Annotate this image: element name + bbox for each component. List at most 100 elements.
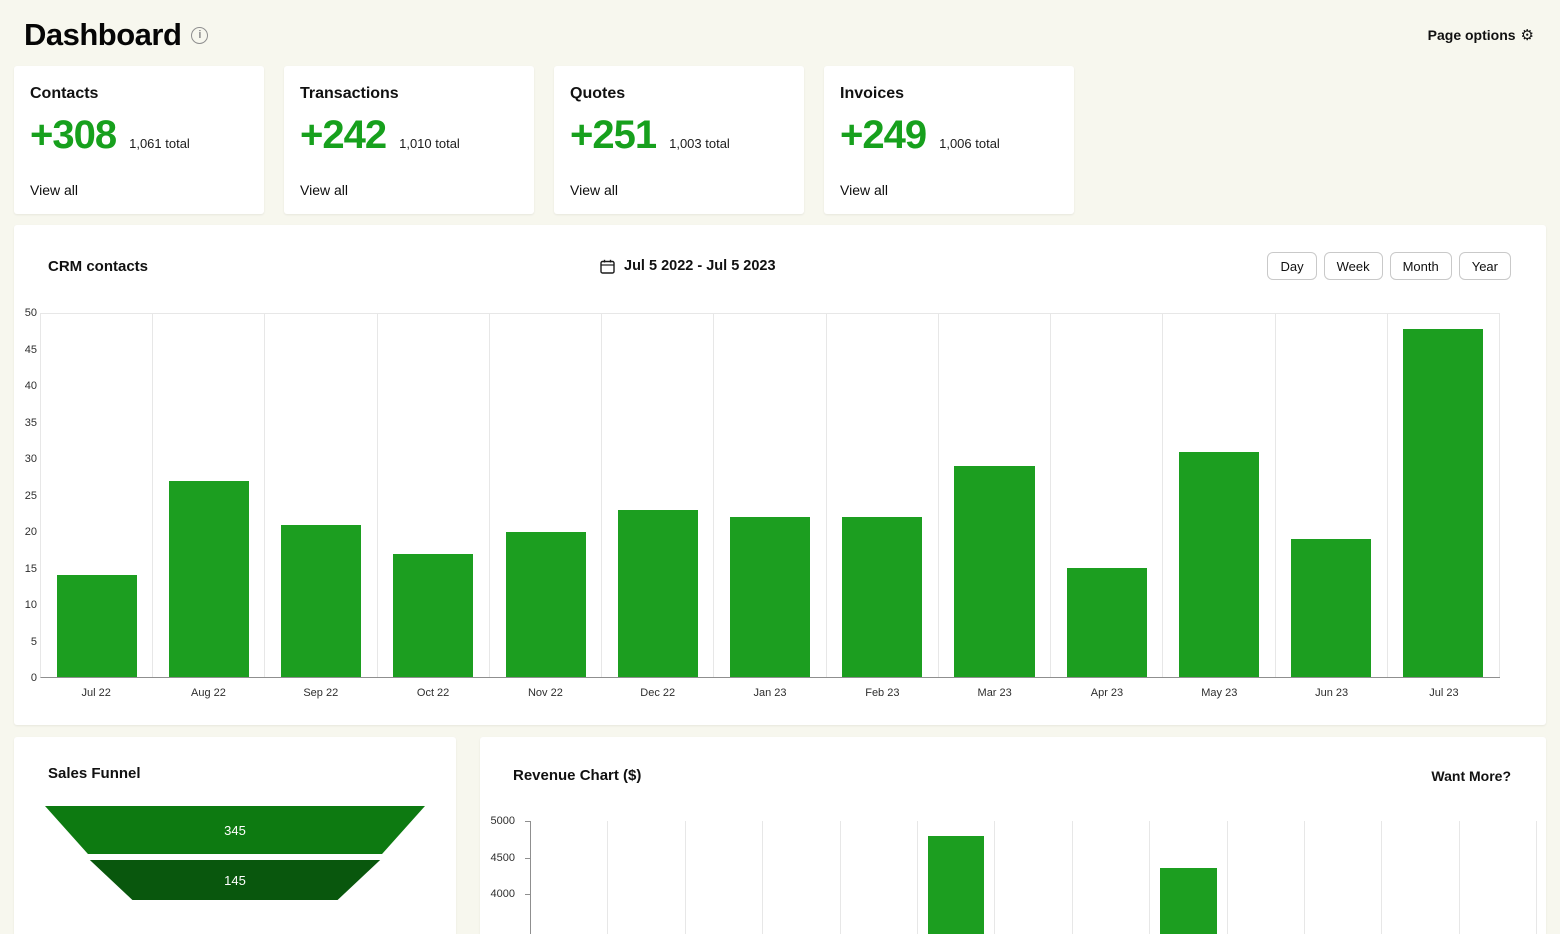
bar-sep-22[interactable] [281, 525, 361, 677]
stat-number-row: +242 1,010 total [300, 113, 518, 158]
y-axis-label: 20 [25, 526, 37, 538]
crm-x-axis: Jul 22Aug 22Sep 22Oct 22Nov 22Dec 22Jan … [40, 687, 1500, 699]
x-axis-label: Feb 23 [826, 687, 938, 699]
revenue-title: Revenue Chart ($) [513, 767, 641, 784]
stat-total: 1,010 total [399, 136, 460, 151]
crm-contacts-card: CRM contacts Jul 5 2022 - Jul 5 2023 Day… [14, 225, 1546, 725]
chart-column [490, 314, 602, 677]
x-axis-label: Mar 23 [939, 687, 1051, 699]
revenue-bar-1[interactable] [928, 836, 985, 934]
crm-bar-chart: 50454035302520151050 Jul 22Aug 22Sep 22O… [14, 313, 1500, 699]
y-axis-label: 0 [31, 672, 37, 684]
bar-aug-22[interactable] [169, 481, 249, 677]
bar-oct-22[interactable] [393, 554, 473, 677]
y-axis-label: 4500 [491, 852, 515, 864]
page-options-button[interactable]: Page options ⚙ [1428, 27, 1534, 43]
revenue-bar-2[interactable] [1160, 868, 1217, 934]
x-axis-label: Dec 22 [602, 687, 714, 699]
y-axis-label: 45 [25, 344, 37, 356]
y-axis-label: 4000 [491, 888, 515, 900]
x-axis-label: Apr 23 [1051, 687, 1163, 699]
title-wrap: Dashboard i [24, 17, 208, 53]
bottom-row: Sales Funnel 345 145 Revenue Chart ($) W… [14, 737, 1546, 934]
funnel-title: Sales Funnel [48, 765, 456, 782]
revenue-plot [530, 821, 1537, 934]
x-axis-label: Aug 22 [152, 687, 264, 699]
crm-chart-main: Jul 22Aug 22Sep 22Oct 22Nov 22Dec 22Jan … [40, 313, 1500, 699]
bar-dec-22[interactable] [618, 510, 698, 677]
y-axis-label: 40 [25, 380, 37, 392]
bar-jun-23[interactable] [1291, 539, 1371, 677]
page-title: Dashboard [24, 17, 181, 53]
sales-funnel-card: Sales Funnel 345 145 [14, 737, 456, 934]
x-axis-label: Jul 23 [1388, 687, 1500, 699]
stat-card-invoices: Invoices +249 1,006 total View all [824, 66, 1074, 214]
stat-label: Contacts [30, 85, 248, 103]
range-button-month[interactable]: Month [1390, 252, 1452, 280]
bar-jul-22[interactable] [57, 575, 137, 677]
x-axis-label: Nov 22 [489, 687, 601, 699]
chart-column [1073, 821, 1150, 934]
gear-icon: ⚙ [1521, 28, 1534, 43]
stat-number-row: +251 1,003 total [570, 113, 788, 158]
crm-plot [40, 313, 1500, 678]
funnel-stage-1-value: 345 [224, 823, 246, 838]
want-more-link[interactable]: Want More? [1431, 768, 1511, 784]
bar-mar-23[interactable] [954, 466, 1034, 677]
stat-number-row: +249 1,006 total [840, 113, 1058, 158]
stat-total: 1,061 total [129, 136, 190, 151]
y-axis-label: 5000 [491, 815, 515, 827]
bar-may-23[interactable] [1179, 452, 1259, 677]
view-all-link[interactable]: View all [300, 182, 348, 198]
chart-column [686, 821, 763, 934]
chart-column [841, 821, 918, 934]
view-all-link[interactable]: View all [30, 182, 78, 198]
crm-title: CRM contacts [48, 258, 148, 275]
stat-total: 1,006 total [939, 136, 1000, 151]
x-axis-label: Jun 23 [1275, 687, 1387, 699]
x-axis-label: Oct 22 [377, 687, 489, 699]
dashboard-page: Dashboard i Page options ⚙ Contacts +308… [0, 0, 1560, 934]
stat-card-contacts: Contacts +308 1,061 total View all [14, 66, 264, 214]
bar-apr-23[interactable] [1067, 568, 1147, 677]
funnel-stage-2[interactable]: 145 [45, 860, 425, 900]
top-header: Dashboard i Page options ⚙ [0, 0, 1560, 62]
stat-label: Transactions [300, 85, 518, 103]
revenue-chart-card: Revenue Chart ($) Want More? 5000 4500 400… [480, 737, 1546, 934]
bar-feb-23[interactable] [842, 517, 922, 677]
chart-column [608, 821, 685, 934]
funnel-stage-2-value: 145 [224, 873, 246, 888]
revenue-header: Revenue Chart ($) Want More? [480, 767, 1546, 784]
range-button-week[interactable]: Week [1324, 252, 1383, 280]
date-range-picker[interactable]: Jul 5 2022 - Jul 5 2023 [600, 258, 776, 274]
range-button-year[interactable]: Year [1459, 252, 1511, 280]
funnel-stage-1[interactable]: 345 [45, 806, 425, 854]
chart-column [1382, 821, 1459, 934]
bar-nov-22[interactable] [506, 532, 586, 677]
y-axis-label: 5 [31, 636, 37, 648]
y-axis-label: 25 [25, 490, 37, 502]
chart-column [714, 314, 826, 677]
stat-delta: +249 [840, 113, 926, 158]
info-icon[interactable]: i [191, 27, 208, 44]
crm-y-axis: 50454035302520151050 [14, 313, 40, 678]
chart-column [1163, 314, 1275, 677]
view-all-link[interactable]: View all [570, 182, 618, 198]
chart-column [918, 821, 995, 934]
chart-column [531, 821, 608, 934]
view-all-link[interactable]: View all [840, 182, 888, 198]
chart-column [1276, 314, 1388, 677]
crm-header: CRM contacts Jul 5 2022 - Jul 5 2023 Day… [14, 251, 1546, 281]
chart-column [1460, 821, 1537, 934]
range-buttons: Day Week Month Year [1267, 252, 1511, 280]
chart-column [41, 314, 153, 677]
stat-total: 1,003 total [669, 136, 730, 151]
range-button-day[interactable]: Day [1267, 252, 1316, 280]
x-axis-label: May 23 [1163, 687, 1275, 699]
bar-jul-23[interactable] [1403, 329, 1483, 677]
stat-label: Invoices [840, 85, 1058, 103]
y-axis-label: 15 [25, 563, 37, 575]
chart-column [827, 314, 939, 677]
bar-jan-23[interactable] [730, 517, 810, 677]
chart-column [1051, 314, 1163, 677]
